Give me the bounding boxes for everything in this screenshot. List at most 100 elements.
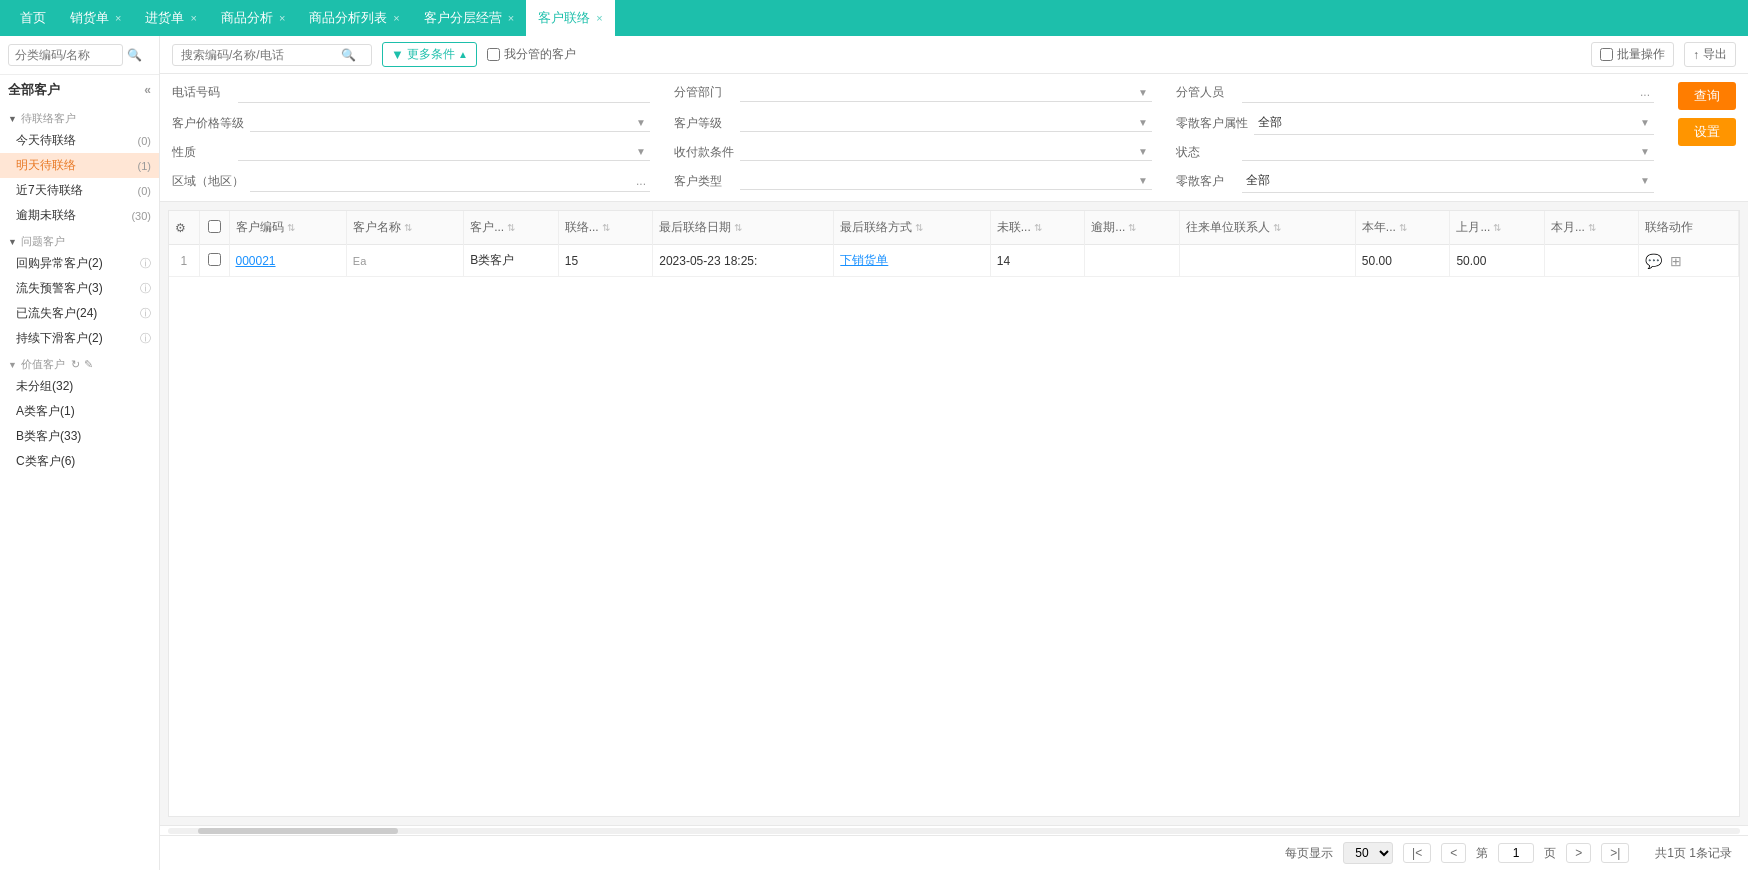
cell-name: Ea [346,245,463,277]
nature-select[interactable]: ▼ [238,143,650,161]
sidebar-item-tomorrow[interactable]: 明天待联络 (1) [0,153,159,178]
status-select[interactable]: ▼ [1242,143,1654,161]
edit-value-icon[interactable]: ✎ [84,358,93,371]
dept-select[interactable]: ▼ [740,84,1152,102]
sort-this-month-icon[interactable]: ⇅ [1588,222,1596,233]
sidebar-search-input[interactable] [8,44,123,66]
sort-year-icon[interactable]: ⇅ [1399,222,1407,233]
info-icon-lost: ⓘ [140,306,151,321]
last-page-btn[interactable]: >| [1601,843,1629,863]
my-customers-checkbox[interactable] [487,48,500,61]
page-size-select[interactable]: 50 100 200 [1343,842,1393,864]
reset-btn[interactable]: 设置 [1678,118,1736,146]
nav-purchase[interactable]: 进货单 × [133,0,208,36]
sidebar-item-ungroup[interactable]: 未分组(32) [0,374,159,399]
close-customer-contact-icon[interactable]: × [596,12,602,24]
nav-customer-tier[interactable]: 客户分层经营 × [412,0,526,36]
sort-unit-icon[interactable]: ⇅ [1273,222,1281,233]
sidebar-item-today[interactable]: 今天待联络 (0) [0,128,159,153]
sidebar-search-area: 🔍 [0,36,159,75]
sidebar-item-declining[interactable]: 持续下滑客户(2) ⓘ [0,326,159,351]
my-customers-checkbox-area[interactable]: 我分管的客户 [487,46,576,63]
page-number-input[interactable] [1498,843,1534,863]
filter-retail-customer: 零散客户 全部 ▼ [1176,169,1654,193]
pagination-bar: 每页显示 50 100 200 |< < 第 页 > >| 共1页 1条记录 [160,835,1748,870]
table-header: ⚙ 客户编码⇅ 客户名称⇅ 客户...⇅ [169,211,1739,245]
cell-last-contact-method: 下销货单 [834,245,990,277]
customer-type-select[interactable]: ▼ [740,172,1152,190]
sidebar-item-overdue[interactable]: 逾期未联络 (30) [0,203,159,228]
close-analysis-table-icon[interactable]: × [393,12,399,24]
settings-icon[interactable]: ⚙ [175,221,186,235]
more-conditions-btn[interactable]: ▼ 更多条件 ▲ [382,42,477,67]
sidebar-item-7days[interactable]: 近7天待联络 (0) [0,178,159,203]
phone-input[interactable] [238,82,650,103]
nav-sales[interactable]: 销货单 × [58,0,133,36]
scrollbar-thumb[interactable] [198,828,398,834]
nav-analysis-table[interactable]: 商品分析列表 × [297,0,411,36]
main-search-input[interactable] [181,48,341,62]
query-btn[interactable]: 查询 [1678,82,1736,110]
close-sales-icon[interactable]: × [115,12,121,24]
nav-customer-contact[interactable]: 客户联络 × [526,0,614,36]
prev-page-btn[interactable]: < [1441,843,1466,863]
sidebar-item-lost[interactable]: 已流失客户(24) ⓘ [0,301,159,326]
sort-name-icon[interactable]: ⇅ [404,222,412,233]
sidebar-item-b-class[interactable]: B类客户(33) [0,424,159,449]
retail-attr-caret-icon: ▼ [1640,117,1650,128]
sidebar-all-customers[interactable]: 全部客户 « [0,75,159,105]
retail-attr-select[interactable]: 全部 ▼ [1254,111,1654,135]
payment-caret-icon: ▼ [1138,146,1148,157]
batch-checkbox[interactable] [1600,48,1613,61]
next-page-btn[interactable]: > [1566,843,1591,863]
sidebar-item-c-class[interactable]: C类客户(6) [0,449,159,474]
first-page-btn[interactable]: |< [1403,843,1431,863]
payment-select[interactable]: ▼ [740,143,1152,161]
th-this-month: 本月...⇅ [1544,211,1639,245]
sort-overdue-icon[interactable]: ⇅ [1128,222,1136,233]
nav-home[interactable]: 首页 [8,0,58,36]
close-purchase-icon[interactable]: × [190,12,196,24]
th-contact: 联络...⇅ [558,211,653,245]
nav-analysis[interactable]: 商品分析 × [209,0,297,36]
sidebar-search-icon[interactable]: 🔍 [127,48,142,62]
retail-customer-select[interactable]: 全部 ▼ [1242,169,1654,193]
sidebar-item-repurchase[interactable]: 回购异常客户(2) ⓘ [0,251,159,276]
main-search-icon[interactable]: 🔍 [341,48,356,62]
collapse-icon: « [144,83,151,97]
cell-unit-contact [1179,245,1355,277]
contact-method-link[interactable]: 下销货单 [840,253,888,267]
qr-icon[interactable]: ⊞ [1670,253,1682,269]
refresh-icon[interactable]: ↻ [71,358,80,371]
th-this-year: 本年...⇅ [1355,211,1450,245]
search-box: 🔍 [172,44,372,66]
sidebar-item-a-class[interactable]: A类客户(1) [0,399,159,424]
sort-type-icon[interactable]: ⇅ [507,222,515,233]
row-checkbox[interactable] [208,253,221,266]
th-type: 客户...⇅ [464,211,559,245]
filter-actions: 查询 设置 [1678,82,1736,146]
close-analysis-icon[interactable]: × [279,12,285,24]
filter-status: 状态 ▼ [1176,143,1654,161]
close-customer-tier-icon[interactable]: × [508,12,514,24]
sort-contact-icon[interactable]: ⇅ [602,222,610,233]
sort-date-icon[interactable]: ⇅ [734,222,742,233]
sidebar-item-lost-warning[interactable]: 流失预警客户(3) ⓘ [0,276,159,301]
cell-actions: 💬 ⊞ [1639,245,1739,277]
price-grade-select[interactable]: ▼ [250,114,650,132]
table-area: ⚙ 客户编码⇅ 客户名称⇅ 客户...⇅ [168,210,1740,817]
customer-grade-select[interactable]: ▼ [740,114,1152,132]
export-btn[interactable]: ↑ 导出 [1684,42,1736,67]
sidebar-group-problem: 问题客户 [0,228,159,251]
batch-op-btn[interactable]: 批量操作 [1591,42,1674,67]
sort-method-icon[interactable]: ⇅ [915,222,923,233]
sort-last-month-icon[interactable]: ⇅ [1493,222,1501,233]
region-selector[interactable]: ... [250,171,650,192]
customer-code-link[interactable]: 000021 [236,254,276,268]
sort-not-contacted-icon[interactable]: ⇅ [1034,222,1042,233]
message-icon[interactable]: 💬 [1645,253,1662,269]
customer-type-caret-icon: ▼ [1138,175,1148,186]
select-all-checkbox[interactable] [208,220,221,233]
sort-code-icon[interactable]: ⇅ [287,222,295,233]
manager-selector[interactable]: ... [1242,82,1654,103]
